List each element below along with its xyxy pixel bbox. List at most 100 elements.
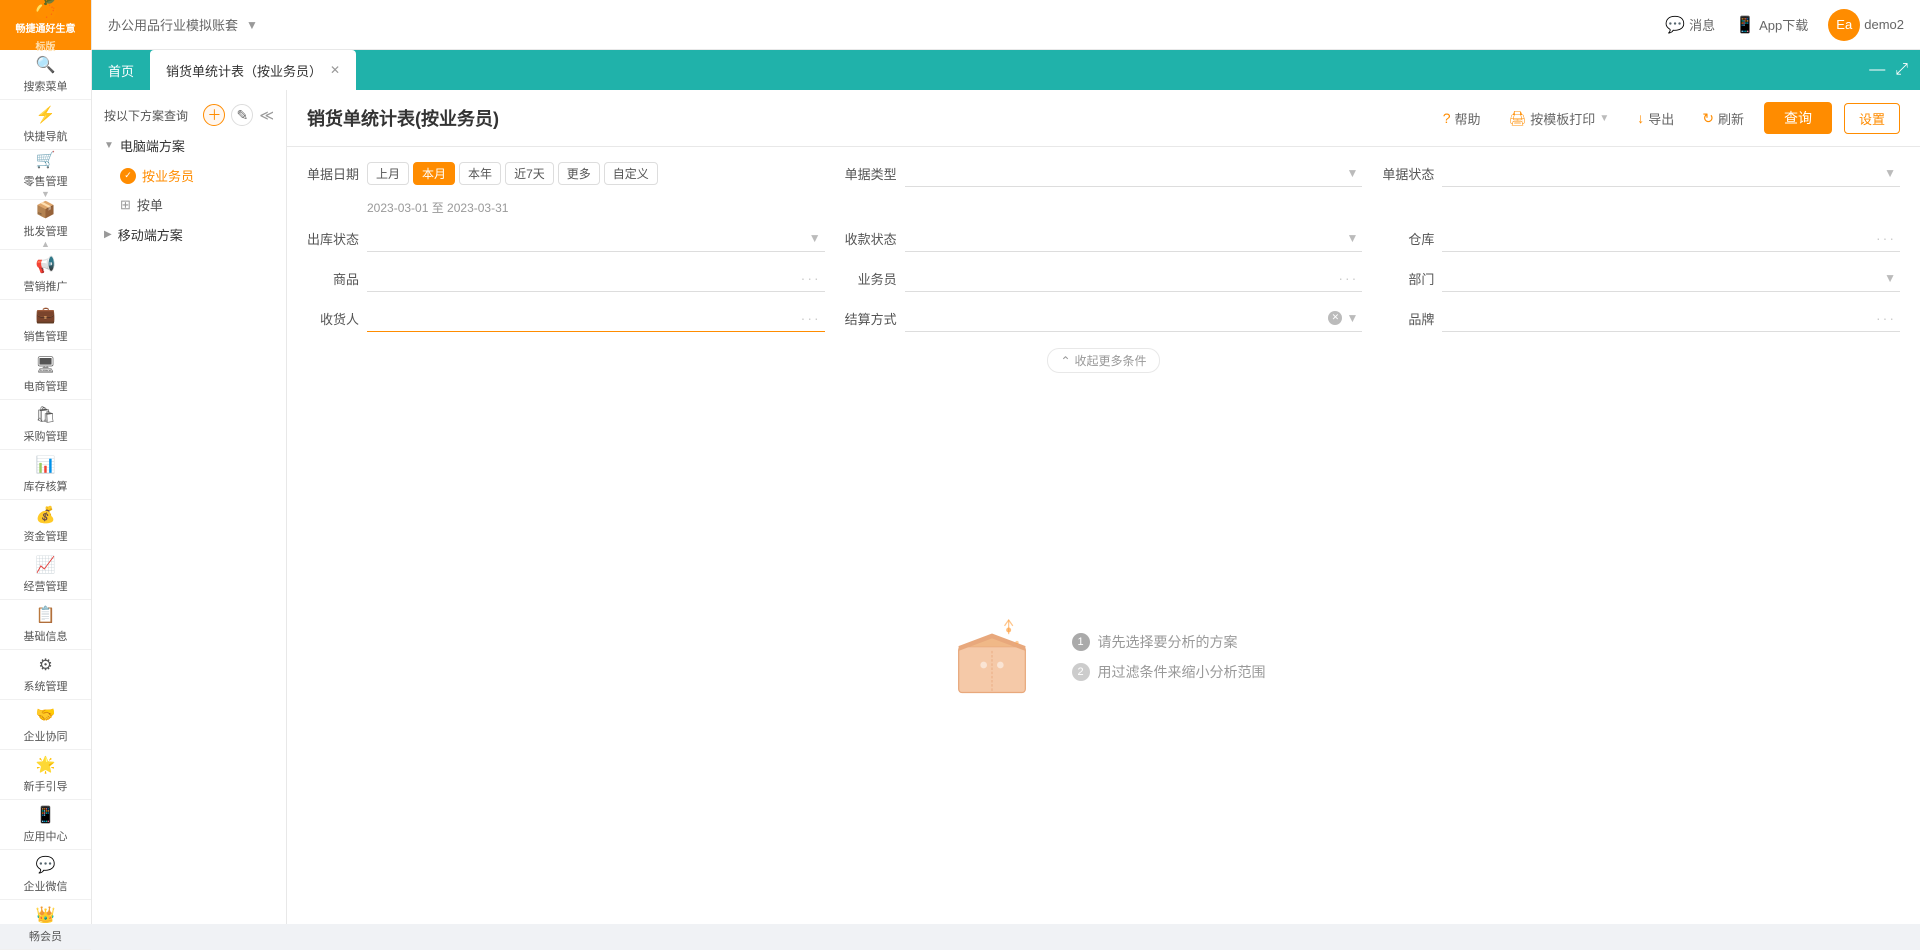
selected-dot-icon: ✓ [120,168,136,184]
tab-minimize-icon[interactable]: — [1869,61,1885,79]
query-button[interactable]: 查询 [1764,102,1832,134]
user-profile-btn[interactable]: Ea demo2 [1828,9,1904,41]
payment-clear-btn[interactable]: ✕ [1328,311,1342,325]
sales-icon: 💼 [36,305,56,325]
empty-tips: 1 请先选择要分析的方案 2 用过滤条件来缩小分析范围 [1072,632,1266,682]
app-download-btn[interactable]: 📱 App下载 [1735,15,1808,35]
left-panel-header: 按以下方案查询 ＋ ✎ ≪ [92,100,286,130]
tree-item-desktop[interactable]: ▼ 电脑端方案 [92,130,286,161]
sidebar-item-purchase[interactable]: 🛍 采购管理 [0,400,91,450]
tab-sales-stat[interactable]: 销货单统计表（按业务员） ✕ [150,50,356,90]
department-input[interactable]: ▼ [1442,264,1900,292]
goods-input[interactable]: ··· [367,264,825,292]
sidebar-item-search[interactable]: 🔍 搜索菜单 [0,50,91,100]
tab-bar: 首页 销货单统计表（按业务员） ✕ — ⤢ [92,50,1920,90]
doc-type-input[interactable]: ▼ [905,159,1363,187]
enterprise-icon: 🤝 [36,705,56,725]
tab-maximize-icon[interactable]: ⤢ [1895,61,1908,79]
order-icon: ⊞ [120,197,131,213]
sidebar-item-member[interactable]: 👑 畅会员 [0,900,91,950]
sidebar-item-wholesale[interactable]: 📦 批发管理 ▲ [0,200,91,250]
warehouse-dots-icon: ··· [1876,230,1896,246]
tree-item-mobile[interactable]: ▶ 移动端方案 [92,219,286,250]
export-icon: ↓ [1637,110,1644,126]
date-last-7days-btn[interactable]: 近7天 [505,162,554,185]
sidebar-item-basic[interactable]: 📋 基础信息 [0,600,91,650]
tree-subitem-by-staff[interactable]: ✓ 按业务员 [92,161,286,190]
collect-status-input[interactable]: ▼ [905,224,1363,252]
collapse-panel-icon[interactable]: ≪ [259,107,274,124]
sidebar-item-sales[interactable]: 💼 销售管理 [0,300,91,350]
tab-home[interactable]: 首页 [92,50,150,90]
sidebar-item-apps[interactable]: 📱 应用中心 [0,800,91,850]
export-btn[interactable]: ↓ 导出 [1629,105,1682,132]
staff-filter-cell: 业务员 ··· [845,264,1363,292]
edit-scheme-btn[interactable]: ✎ [231,104,253,126]
sidebar-item-system[interactable]: ⚙ 系统管理 [0,650,91,700]
date-filter-cell: 单据日期 上月 本月 本年 近7天 更多 自定义 [307,162,825,185]
payment-input[interactable]: ✕ ▼ [905,304,1363,332]
sidebar-item-marketing[interactable]: 📢 营销推广 [0,250,91,300]
sidebar-item-enterprise[interactable]: 🤝 企业协同 [0,700,91,750]
tab-close-icon[interactable]: ✕ [330,63,340,77]
tree-subitem-by-order[interactable]: ⊞ 按单 [92,190,286,219]
goods-filter-cell: 商品 ··· [307,264,825,292]
filter-row-2: 出库状态 ▼ 收款状态 ▼ 仓库 [307,224,1900,252]
add-scheme-btn[interactable]: ＋ [203,104,225,126]
collapse-chevron-icon: ⌃ [1060,354,1070,368]
payment-label: 结算方式 [845,309,897,328]
goods-dots-icon: ··· [801,270,821,286]
staff-label: 业务员 [845,269,897,288]
consignee-filter-cell: 收货人 ··· [307,304,825,332]
message-btn[interactable]: 💬 消息 [1665,15,1715,35]
doc-status-label: 单据状态 [1382,164,1434,183]
collect-status-arrow-icon: ▼ [1346,231,1358,245]
top-header: 办公用品行业模拟账套 ▼ 💬 消息 📱 App下载 Ea demo2 [92,0,1920,50]
date-this-year-btn[interactable]: 本年 [459,162,501,185]
sidebar-item-retail[interactable]: 🛒 零售管理 ▼ [0,150,91,200]
wechat-icon: 💬 [36,855,56,875]
tree-arrow-mobile-icon: ▶ [104,229,112,240]
sidebar-item-newbie[interactable]: 🌟 新手引导 [0,750,91,800]
collapse-more-btn[interactable]: ⌃ 收起更多条件 [1047,348,1159,373]
refresh-btn[interactable]: ↻ 刷新 [1694,105,1752,132]
date-custom-btn[interactable]: 自定义 [604,162,658,185]
inventory-icon: 📊 [36,455,56,475]
left-panel-title: 按以下方案查询 [104,107,188,124]
payment-filter-cell: 结算方式 ✕ ▼ [845,304,1363,332]
out-status-filter-cell: 出库状态 ▼ [307,224,825,252]
sidebar-item-operations[interactable]: 📈 经营管理 [0,550,91,600]
date-this-month-btn[interactable]: 本月 [413,162,455,185]
warehouse-input[interactable]: ··· [1442,224,1900,252]
sidebar-item-wechat[interactable]: 💬 企业微信 [0,850,91,900]
consignee-input[interactable]: ··· [367,304,825,332]
basic-icon: 📋 [36,605,56,625]
date-last-month-btn[interactable]: 上月 [367,162,409,185]
brand-filter-cell: 品牌 ··· [1382,304,1900,332]
help-icon: ? [1443,110,1451,126]
tree-arrow-icon: ▼ [104,140,114,151]
finance-icon: 💰 [36,505,56,525]
app-download-icon: 📱 [1735,15,1755,35]
goods-label: 商品 [307,269,359,288]
out-status-input[interactable]: ▼ [367,224,825,252]
breadcrumb-dropdown-icon[interactable]: ▼ [246,18,258,32]
settings-button[interactable]: 设置 [1844,103,1900,134]
sidebar: 🍊 畅捷通好生意 标版 🔍 搜索菜单 ⚡ 快捷导航 🛒 零售管理 ▼ 📦 批发管… [0,0,92,924]
print-btn[interactable]: 🖨 按模板打印 ▼ [1501,105,1618,132]
sidebar-item-inventory[interactable]: 📊 库存核算 [0,450,91,500]
consignee-dots-icon: ··· [801,310,821,326]
sidebar-item-finance[interactable]: 💰 资金管理 [0,500,91,550]
apps-icon: 📱 [36,805,56,825]
sidebar-item-ecommerce[interactable]: 🖥 电商管理 [0,350,91,400]
staff-input[interactable]: ··· [905,264,1363,292]
sidebar-item-shortcut[interactable]: ⚡ 快捷导航 [0,100,91,150]
brand-input[interactable]: ··· [1442,304,1900,332]
doc-status-input[interactable]: ▼ [1442,159,1900,187]
help-btn[interactable]: ? 帮助 [1435,105,1489,132]
system-icon: ⚙ [38,655,52,675]
ecommerce-icon: 🖥 [35,355,55,375]
wholesale-icon: 📦 [36,200,56,220]
date-more-btn[interactable]: 更多 [558,162,600,185]
filter-row-4: 收货人 ··· 结算方式 ✕ ▼ [307,304,1900,332]
